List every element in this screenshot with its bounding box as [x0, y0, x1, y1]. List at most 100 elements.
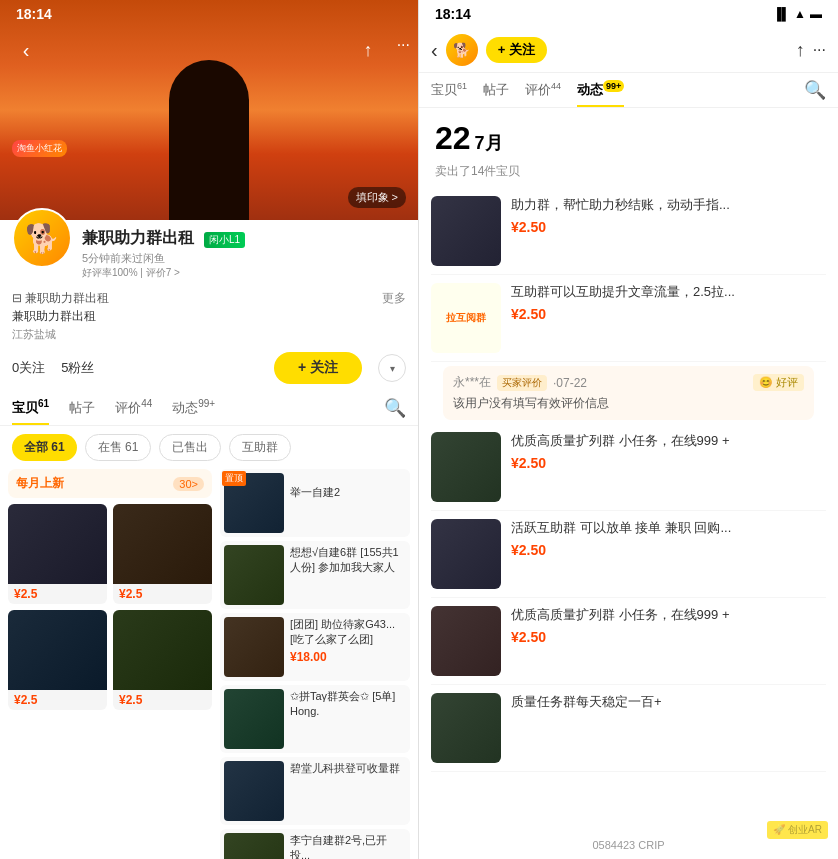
list-item[interactable]: 李宁自建群2号,已开投...: [220, 829, 410, 859]
back-button[interactable]: ‹: [12, 36, 40, 64]
battery-icon: ▬: [810, 7, 822, 21]
products-right: 置顶 举一自建2 想想√自建6群 [155共1人份] 参加加我大家人 [团团] …: [220, 469, 410, 859]
product-card[interactable]: ¥2.5: [8, 504, 107, 604]
product-info: 李宁自建群2号,已开投...: [290, 833, 406, 859]
good-tag: 😊 好评: [753, 374, 804, 391]
product-title: 举一自建2: [290, 473, 406, 499]
back-button[interactable]: ‹: [431, 39, 438, 62]
right-product-list: 置顶 举一自建2 想想√自建6群 [155共1人份] 参加加我大家人 [团团] …: [220, 469, 410, 859]
product-price: ¥2.5: [113, 584, 212, 604]
list-item[interactable]: 助力群，帮忙助力秒结账，动动手指... ¥2.50: [431, 188, 826, 275]
activity-title: 优质高质量扩列群 小任务，在线999 +: [511, 432, 826, 450]
list-item[interactable]: 优质高质量扩列群 小任务，在线999 + ¥2.50: [431, 424, 826, 511]
search-icon[interactable]: 🔍: [804, 79, 826, 101]
product-thumb: [8, 504, 107, 584]
sold-label: 卖出了14件宝贝: [419, 161, 838, 188]
tab-reviews[interactable]: 评价44: [525, 73, 561, 107]
more-link[interactable]: 更多: [382, 290, 406, 307]
product-thumbnail: [224, 689, 284, 749]
product-info: [团团] 助位待家G43... [吃了么家了么团] ¥18.00: [290, 617, 406, 677]
filter-sold[interactable]: 已售出: [159, 434, 221, 461]
list-item[interactable]: 活跃互助群 可以放单 接单 兼职 回购... ¥2.50: [431, 511, 826, 598]
product-title: 李宁自建群2号,已开投...: [290, 833, 406, 859]
tab-activity[interactable]: 动态99+: [577, 73, 624, 107]
tab-reviews[interactable]: 评价44: [115, 390, 152, 425]
activity-list: 助力群，帮忙助力秒结账，动动手指... ¥2.50 拉互阅群 互助群可以互助提升…: [419, 188, 838, 772]
date-heading: 22 7月: [419, 108, 838, 161]
tab-posts[interactable]: 帖子: [69, 391, 95, 425]
monthly-text: 每月上新: [16, 475, 64, 492]
products-area: 每月上新 30> ¥2.5 ¥2.5 ¥2.5 ¥2.5: [0, 469, 418, 859]
product-card[interactable]: ¥2.5: [113, 610, 212, 710]
filter-mutual[interactable]: 互助群: [229, 434, 291, 461]
product-title: 想想√自建6群 [155共1人份] 参加加我大家人: [290, 545, 406, 574]
date-number: 22: [435, 120, 471, 157]
tab-products[interactable]: 宝贝61: [12, 390, 49, 425]
products-left: 每月上新 30> ¥2.5 ¥2.5 ¥2.5 ¥2.5: [8, 469, 212, 859]
wifi-icon: ▲: [794, 7, 806, 21]
review-user: 永***在: [453, 374, 491, 391]
watermark: 🚀 创业AR: [767, 821, 828, 839]
list-item[interactable]: 优质高质量扩列群 小任务，在线999 + ¥2.50: [431, 598, 826, 685]
activity-content: 优质高质量扩列群 小任务，在线999 + ¥2.50: [511, 432, 826, 502]
filter-on-sale[interactable]: 在售 61: [85, 434, 152, 461]
avatar-icon: 🐕: [25, 222, 60, 255]
product-price: ¥18.00: [290, 650, 406, 664]
list-item[interactable]: 想想√自建6群 [155共1人份] 参加加我大家人: [220, 541, 410, 609]
activity-price: ¥2.50: [511, 542, 826, 558]
product-thumb: [113, 504, 212, 584]
activity-thumbnail: [431, 196, 501, 266]
list-item[interactable]: ✩拼Taγ群英会✩ [5单] Hoηg.: [220, 685, 410, 753]
hero-image: 淘鱼小红花 ‹ ↑ ··· 填印象 >: [0, 0, 418, 220]
dropdown-button[interactable]: ▾: [378, 354, 406, 382]
follow-button-small[interactable]: + 关注: [486, 37, 547, 63]
status-icons: ▐▌ ▲ ▬: [773, 7, 822, 21]
tab-products[interactable]: 宝贝61: [431, 73, 467, 107]
right-panel: 18:14 ▐▌ ▲ ▬ ‹ 🐕 + 关注 ↑ ··· 宝贝61 帖子 评价44…: [419, 0, 838, 859]
tab-activity[interactable]: 动态99+: [172, 390, 215, 425]
product-info: 碧堂儿科拱登可收量群: [290, 761, 406, 821]
filter-all[interactable]: 全部 61: [12, 434, 77, 461]
product-card[interactable]: ¥2.5: [8, 610, 107, 710]
shop-desc-subtitle: 兼职助力群出租: [12, 308, 406, 325]
left-panel: 18:14 淘鱼小红花 ‹ ↑ ··· 填印象 > 🐕 兼职助力群出租 闲小L1…: [0, 0, 419, 859]
share-button[interactable]: ↑: [796, 40, 805, 61]
product-info: 想想√自建6群 [155共1人份] 参加加我大家人: [290, 545, 406, 605]
list-item[interactable]: 置顶 举一自建2: [220, 469, 410, 537]
tab-posts[interactable]: 帖子: [483, 73, 509, 107]
activity-title: 互助群可以互助提升文章流量，2.5拉...: [511, 283, 826, 301]
list-item[interactable]: 拉互阅群 互助群可以互助提升文章流量，2.5拉... ¥2.50: [431, 275, 826, 362]
profile-time: 5分钟前来过闲鱼: [82, 252, 165, 264]
product-thumbnail: [224, 761, 284, 821]
activity-thumbnail: [431, 606, 501, 676]
monthly-count[interactable]: 30>: [173, 477, 204, 491]
more-button[interactable]: ···: [397, 36, 410, 54]
activity-price: ¥2.50: [511, 219, 826, 235]
small-red-flower: 淘鱼小红花: [12, 140, 67, 157]
product-price: ¥2.5: [113, 690, 212, 710]
follow-button[interactable]: + 关注: [274, 352, 362, 384]
activity-thumbnail: [431, 432, 501, 502]
status-time-right: 18:14: [435, 6, 471, 22]
signal-icon: ▐▌: [773, 7, 790, 21]
profile-section: 🐕 兼职助力群出租 闲小L1 5分钟前来过闲鱼 好评率100% | 评价7 >: [0, 220, 418, 286]
share-button[interactable]: ↑: [354, 36, 382, 64]
activity-title: 优质高质量扩列群 小任务，在线999 +: [511, 606, 826, 624]
nav-avatar: 🐕: [446, 34, 478, 66]
activity-content: 优质高质量扩列群 小任务，在线999 + ¥2.50: [511, 606, 826, 676]
product-info: 置顶 举一自建2: [290, 473, 406, 533]
list-item[interactable]: 质量任务群每天稳定一百+: [431, 685, 826, 772]
search-icon[interactable]: 🔍: [384, 397, 406, 419]
more-button[interactable]: ···: [813, 41, 826, 59]
list-item[interactable]: 碧堂儿科拱登可收量群: [220, 757, 410, 825]
list-item[interactable]: [团团] 助位待家G43... [吃了么家了么团] ¥18.00: [220, 613, 410, 681]
fans-count: 5粉丝: [61, 359, 94, 377]
activity-content: 活跃互助群 可以放单 接单 兼职 回购... ¥2.50: [511, 519, 826, 589]
activity-title: 活跃互助群 可以放单 接单 兼职 回购...: [511, 519, 826, 537]
product-thumbnail: [224, 617, 284, 677]
review-date: ·07-22: [553, 376, 587, 390]
follow-section: 0关注 5粉丝 + 关注 ▾: [0, 346, 418, 390]
product-card[interactable]: ¥2.5: [113, 504, 212, 604]
product-price: ¥2.5: [8, 690, 107, 710]
fill-badge[interactable]: 填印象 >: [348, 187, 406, 208]
